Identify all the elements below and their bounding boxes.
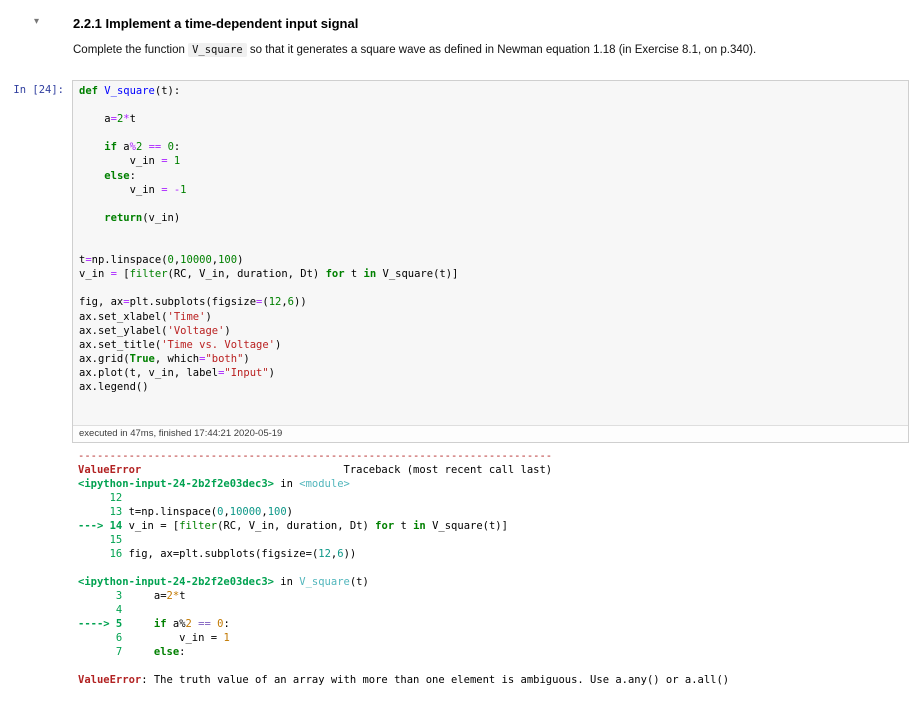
- inline-code: V_square: [188, 43, 247, 57]
- execution-status-bar: executed in 47ms, finished 17:44:21 2020…: [73, 425, 908, 443]
- input-prompt: In [24]:: [13, 84, 64, 96]
- error-traceback: ----------------------------------------…: [78, 450, 730, 687]
- collapse-heading-icon[interactable]: ▾: [34, 17, 39, 27]
- markdown-cell: ▾ 2.2.1 Implement a time-dependent input…: [0, 0, 923, 57]
- code-input-area[interactable]: def V_square(t): a=2*t if a%2 == 0: v_in…: [72, 80, 909, 444]
- paragraph-text-before: Complete the function: [73, 44, 189, 56]
- code-source[interactable]: def V_square(t): a=2*t if a%2 == 0: v_in…: [73, 81, 908, 425]
- code-cell: In [24]: def V_square(t): a=2*t if a%2 =…: [0, 80, 923, 444]
- section-heading: 2.2.1 Implement a time-dependent input s…: [73, 16, 359, 31]
- output-area: ----------------------------------------…: [72, 449, 913, 687]
- paragraph-text-after: so that it generates a square wave as de…: [246, 44, 757, 56]
- notebook-page: ▾ 2.2.1 Implement a time-dependent input…: [0, 0, 923, 715]
- markdown-paragraph: Complete the function V_square so that i…: [73, 43, 913, 57]
